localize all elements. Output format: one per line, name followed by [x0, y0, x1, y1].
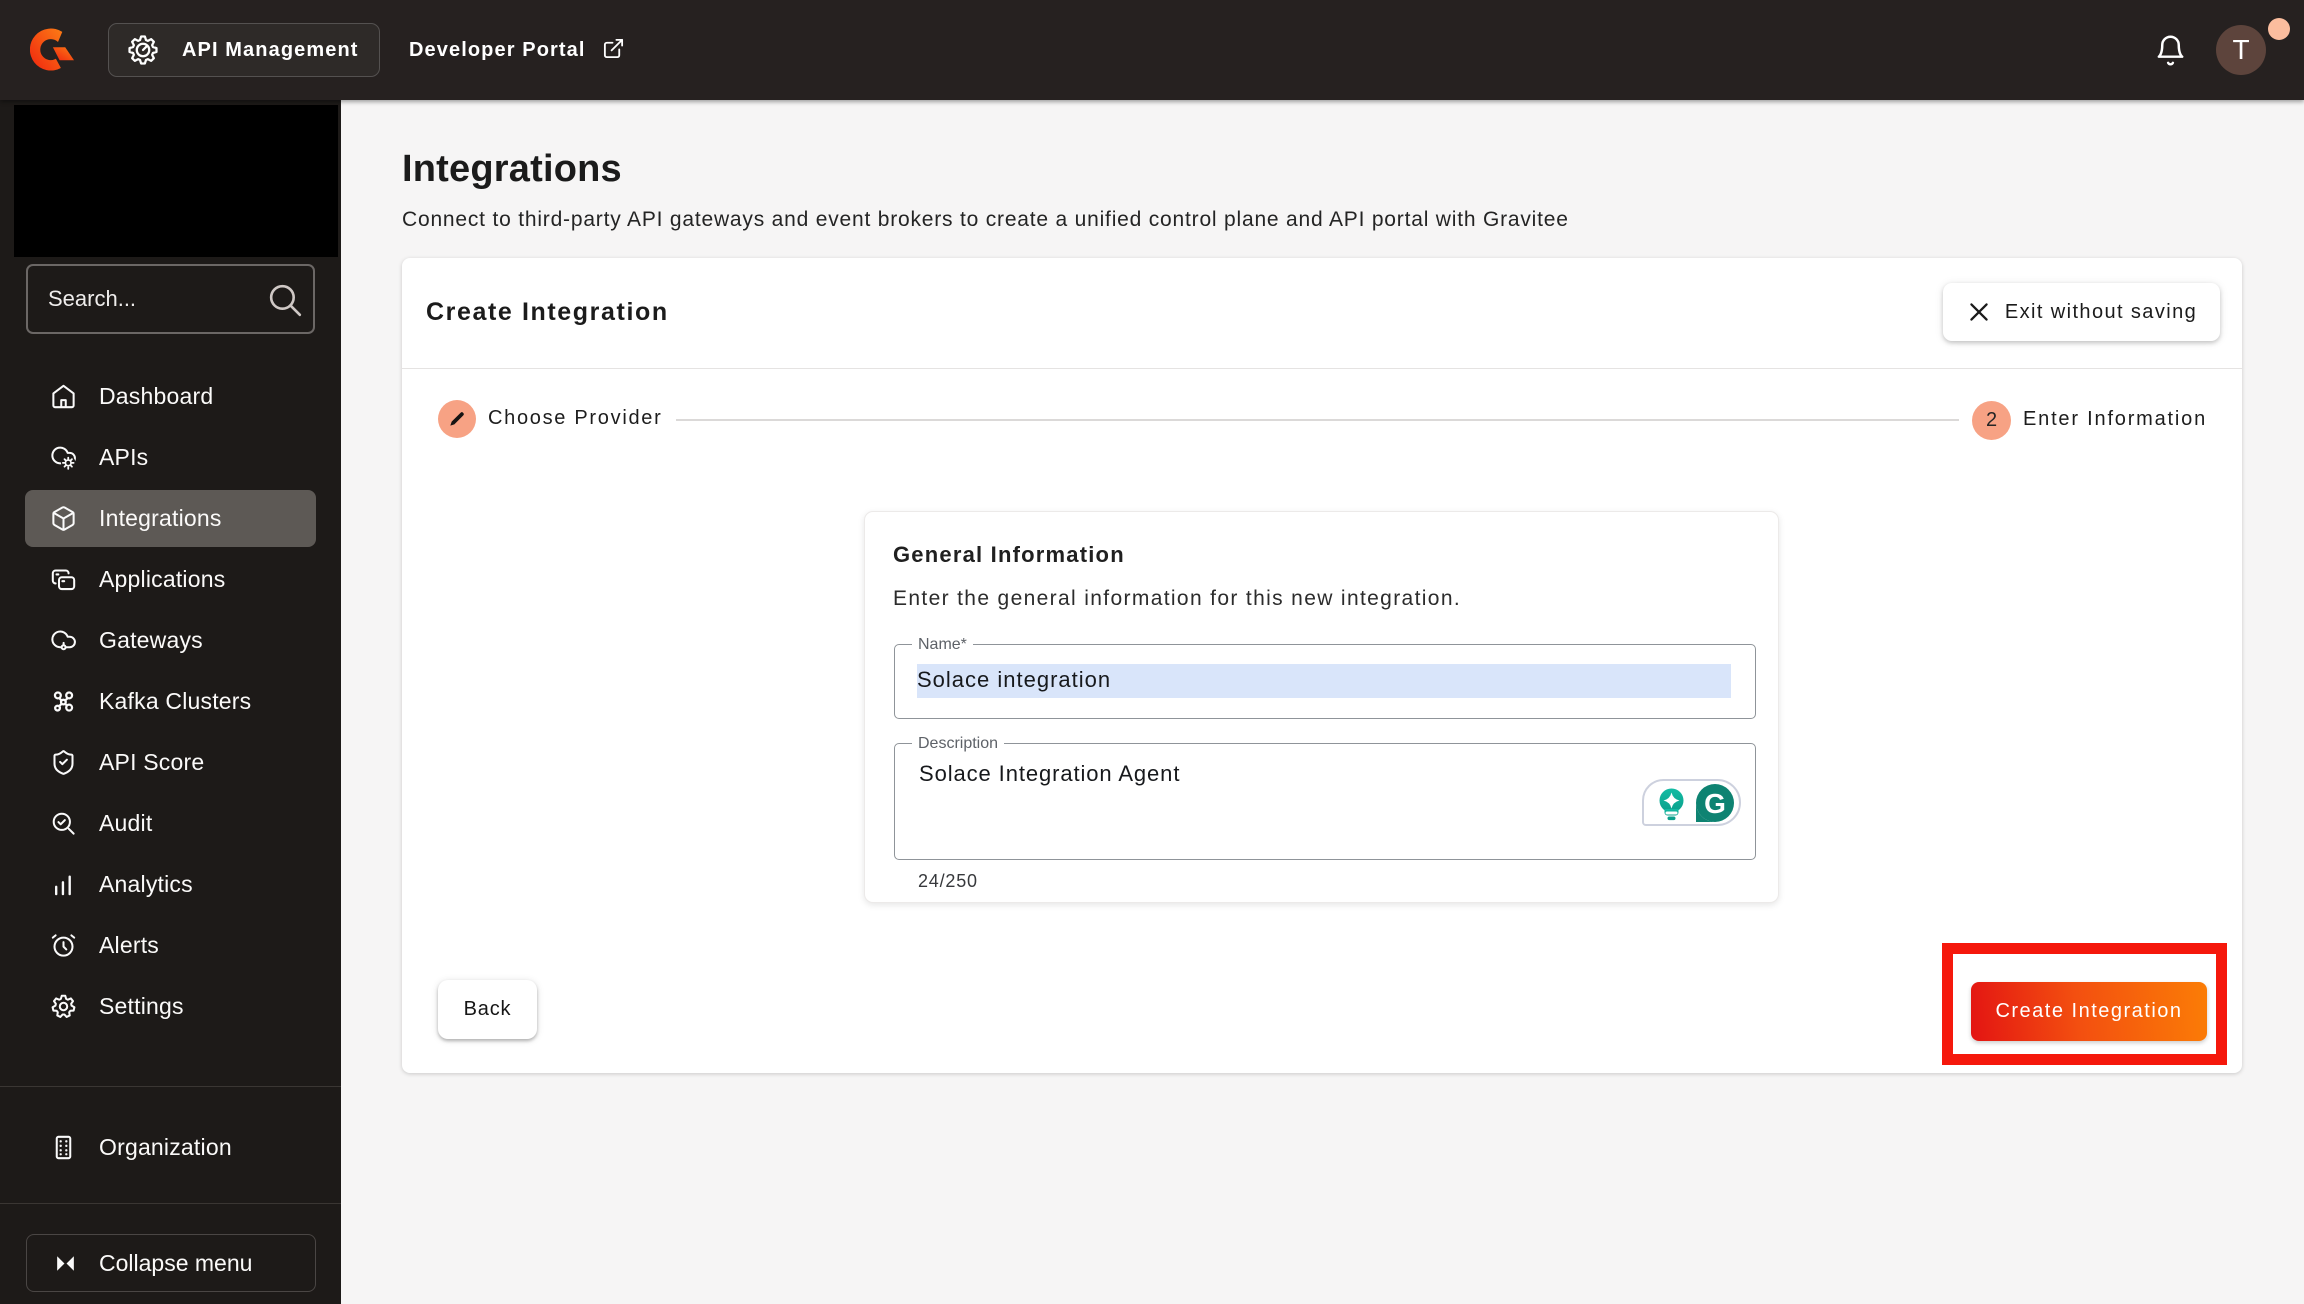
svg-text:G: G: [1704, 788, 1726, 819]
